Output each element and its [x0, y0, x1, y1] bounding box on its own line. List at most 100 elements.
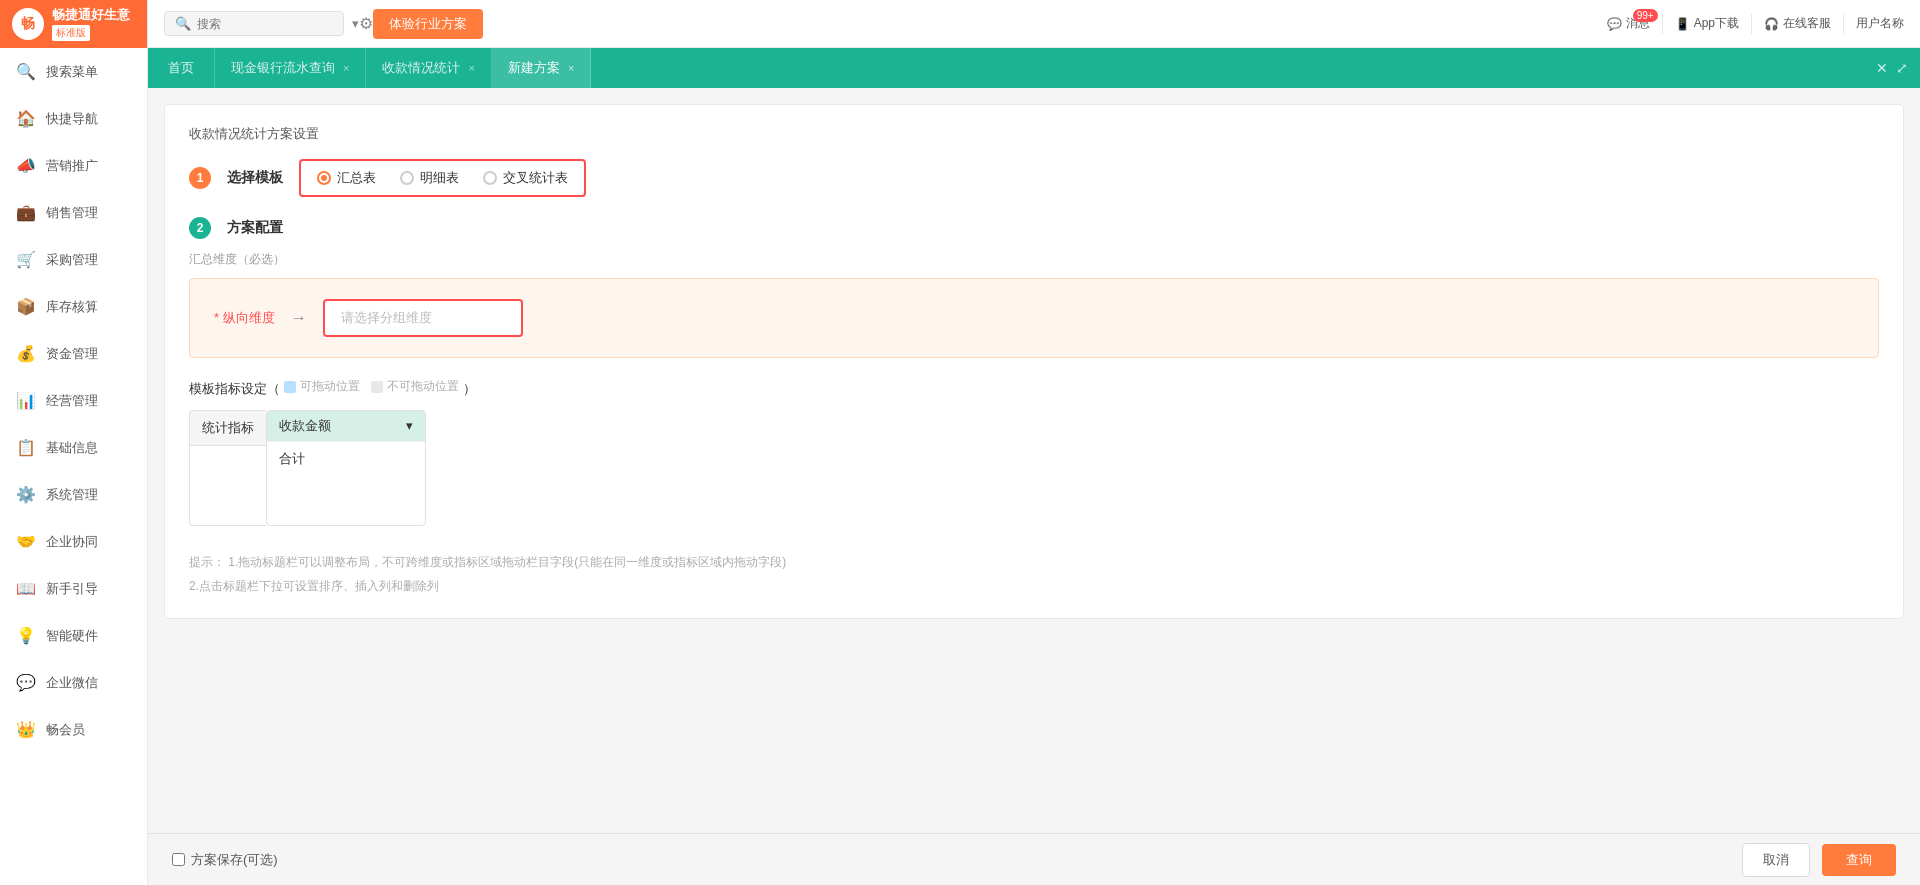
- sidebar-item-purchase[interactable]: 🛒 采购管理: [0, 236, 147, 283]
- topbar-search-box[interactable]: 🔍: [164, 11, 344, 36]
- radio-detail[interactable]: 明细表: [400, 169, 459, 187]
- sidebar-label-wechat: 企业微信: [46, 674, 98, 692]
- cancel-button[interactable]: 取消: [1742, 843, 1810, 877]
- app-download-button[interactable]: 📱 App下载: [1675, 15, 1739, 32]
- message-icon: 💬: [1607, 17, 1622, 31]
- step1-label: 选择模板: [227, 169, 283, 187]
- sales-icon: 💼: [16, 203, 36, 222]
- tab-new-plan[interactable]: 新建方案 ×: [492, 48, 591, 88]
- tab-close-icon[interactable]: ✕: [1876, 60, 1888, 76]
- tab-expand-icon[interactable]: ⤢: [1896, 60, 1908, 76]
- collab-icon: 🤝: [16, 532, 36, 551]
- query-button[interactable]: 查询: [1822, 844, 1896, 876]
- page-title: 收款情况统计方案设置: [189, 125, 1879, 143]
- sidebar-logo: 畅 畅捷通好生意 标准版: [0, 0, 147, 48]
- sidebar-label-hardware: 智能硬件: [46, 627, 98, 645]
- save-plan-checkbox[interactable]: [172, 853, 185, 866]
- tab-newplan-close[interactable]: ×: [568, 62, 574, 74]
- dimension-select[interactable]: 请选择分组维度: [323, 299, 523, 337]
- metrics-category: 统计指标: [189, 410, 266, 526]
- operation-icon: 📊: [16, 391, 36, 410]
- sidebar-item-quicknav[interactable]: 🏠 快捷导航: [0, 95, 147, 142]
- config-section: 汇总维度（必选） * 纵向维度 → 请选择分组维度 模板指标设定（ 可拖动位置: [189, 251, 1879, 598]
- settings-card: 收款情况统计方案设置 1 选择模板 汇总表 明细表 交叉统计表: [164, 104, 1904, 619]
- marketing-icon: 📣: [16, 156, 36, 175]
- logo-badge: 标准版: [52, 25, 90, 41]
- try-industry-button[interactable]: 体验行业方案: [373, 9, 483, 39]
- message-button[interactable]: 💬 消息 99+: [1607, 15, 1650, 32]
- dimension-field-label: * 纵向维度: [214, 309, 275, 327]
- divider3: [1843, 14, 1844, 34]
- tab-cashflow-close[interactable]: ×: [343, 62, 349, 74]
- step2-row: 2 方案配置: [189, 217, 1879, 239]
- metrics-label-text: 模板指标设定（ 可拖动位置 不可拖动位置 ）: [189, 378, 476, 398]
- download-icon: 📱: [1675, 17, 1690, 31]
- tab-home[interactable]: 首页: [148, 48, 215, 88]
- logo-icon: 畅: [12, 8, 44, 40]
- draggable-dot: [284, 381, 296, 393]
- divider: [1662, 14, 1663, 34]
- sidebar-item-collab[interactable]: 🤝 企业协同: [0, 518, 147, 565]
- tab-cashflow[interactable]: 现金银行流水查询 ×: [215, 48, 366, 88]
- sidebar-item-marketing[interactable]: 📣 营销推广: [0, 142, 147, 189]
- radio-detail-label: 明细表: [420, 169, 459, 187]
- step1-row: 1 选择模板 汇总表 明细表 交叉统计表: [189, 159, 1879, 197]
- sidebar-item-guide[interactable]: 📖 新手引导: [0, 565, 147, 612]
- gear-icon[interactable]: ⚙: [359, 14, 373, 33]
- metrics-col-header[interactable]: 收款金额 ▾: [267, 411, 425, 441]
- divider2: [1751, 14, 1752, 34]
- metrics-hint1: 可拖动位置: [284, 378, 360, 395]
- topbar: 🔍 ▾ ⚙ 体验行业方案 💬 消息 99+ 📱 App下载 🎧 在线客服 用户名…: [148, 0, 1920, 48]
- inventory-icon: 📦: [16, 297, 36, 316]
- tab-receipts[interactable]: 收款情况统计 ×: [366, 48, 491, 88]
- sidebar-label-marketing: 营销推广: [46, 157, 98, 175]
- step2-label: 方案配置: [227, 219, 283, 237]
- metrics-grid: 收款金额 ▾ 合计: [266, 410, 426, 526]
- save-plan-label: 方案保存(可选): [191, 851, 278, 869]
- tips-section: 提示： 1.拖动标题栏可以调整布局，不可跨维度或指标区域拖动栏目字段(只能在同一…: [189, 550, 1879, 598]
- home-icon: 🏠: [16, 109, 36, 128]
- metrics-label-row: 模板指标设定（ 可拖动位置 不可拖动位置 ）: [189, 378, 1879, 398]
- main-content: 收款情况统计方案设置 1 选择模板 汇总表 明细表 交叉统计表: [148, 88, 1920, 833]
- sidebar-label-operation: 经营管理: [46, 392, 98, 410]
- sidebar-item-member[interactable]: 👑 畅会员: [0, 706, 147, 753]
- search-icon: 🔍: [16, 62, 36, 81]
- sidebar-item-operation[interactable]: 📊 经营管理: [0, 377, 147, 424]
- sidebar-item-sales[interactable]: 💼 销售管理: [0, 189, 147, 236]
- template-options: 汇总表 明细表 交叉统计表: [299, 159, 586, 197]
- metrics-hint2: 不可拖动位置: [371, 378, 459, 395]
- sidebar-label-purchase: 采购管理: [46, 251, 98, 269]
- sidebar-item-system[interactable]: ⚙️ 系统管理: [0, 471, 147, 518]
- radio-summary-label: 汇总表: [337, 169, 376, 187]
- basic-icon: 📋: [16, 438, 36, 457]
- sidebar-label-inventory: 库存核算: [46, 298, 98, 316]
- tip-2: 2.点击标题栏下拉可设置排序、插入列和删除列: [189, 574, 1879, 598]
- radio-cross[interactable]: 交叉统计表: [483, 169, 568, 187]
- member-icon: 👑: [16, 720, 36, 739]
- finance-icon: 💰: [16, 344, 36, 363]
- save-plan-checkbox-label[interactable]: 方案保存(可选): [172, 851, 278, 869]
- sidebar-item-search[interactable]: 🔍 搜索菜单: [0, 48, 147, 95]
- sidebar-item-basic[interactable]: 📋 基础信息: [0, 424, 147, 471]
- online-service-button[interactable]: 🎧 在线客服: [1764, 15, 1831, 32]
- user-info[interactable]: 用户名称: [1856, 15, 1904, 32]
- radio-summary[interactable]: 汇总表: [317, 169, 376, 187]
- radio-dot-detail: [400, 171, 414, 185]
- step1-badge: 1: [189, 167, 211, 189]
- sidebar-item-wechat[interactable]: 💬 企业微信: [0, 659, 147, 706]
- sidebar-label-finance: 资金管理: [46, 345, 98, 363]
- tab-receipts-close[interactable]: ×: [468, 62, 474, 74]
- sidebar-item-hardware[interactable]: 💡 智能硬件: [0, 612, 147, 659]
- logo-text: 畅捷通好生意: [52, 7, 130, 23]
- system-icon: ⚙️: [16, 485, 36, 504]
- sidebar-label-system: 系统管理: [46, 486, 98, 504]
- topbar-dropdown-icon[interactable]: ▾: [352, 16, 359, 31]
- sidebar: 畅 畅捷通好生意 标准版 🔍 搜索菜单 🏠 快捷导航 📣 营销推广 💼 销售管理…: [0, 0, 148, 885]
- search-input[interactable]: [197, 17, 317, 31]
- nav-tabs: 首页 现金银行流水查询 × 收款情况统计 × 新建方案 × ✕ ⤢: [148, 48, 1920, 88]
- sidebar-label-sales: 销售管理: [46, 204, 98, 222]
- metrics-section: 模板指标设定（ 可拖动位置 不可拖动位置 ）: [189, 378, 1879, 598]
- dropdown-icon[interactable]: ▾: [406, 418, 413, 433]
- sidebar-item-inventory[interactable]: 📦 库存核算: [0, 283, 147, 330]
- sidebar-item-finance[interactable]: 💰 资金管理: [0, 330, 147, 377]
